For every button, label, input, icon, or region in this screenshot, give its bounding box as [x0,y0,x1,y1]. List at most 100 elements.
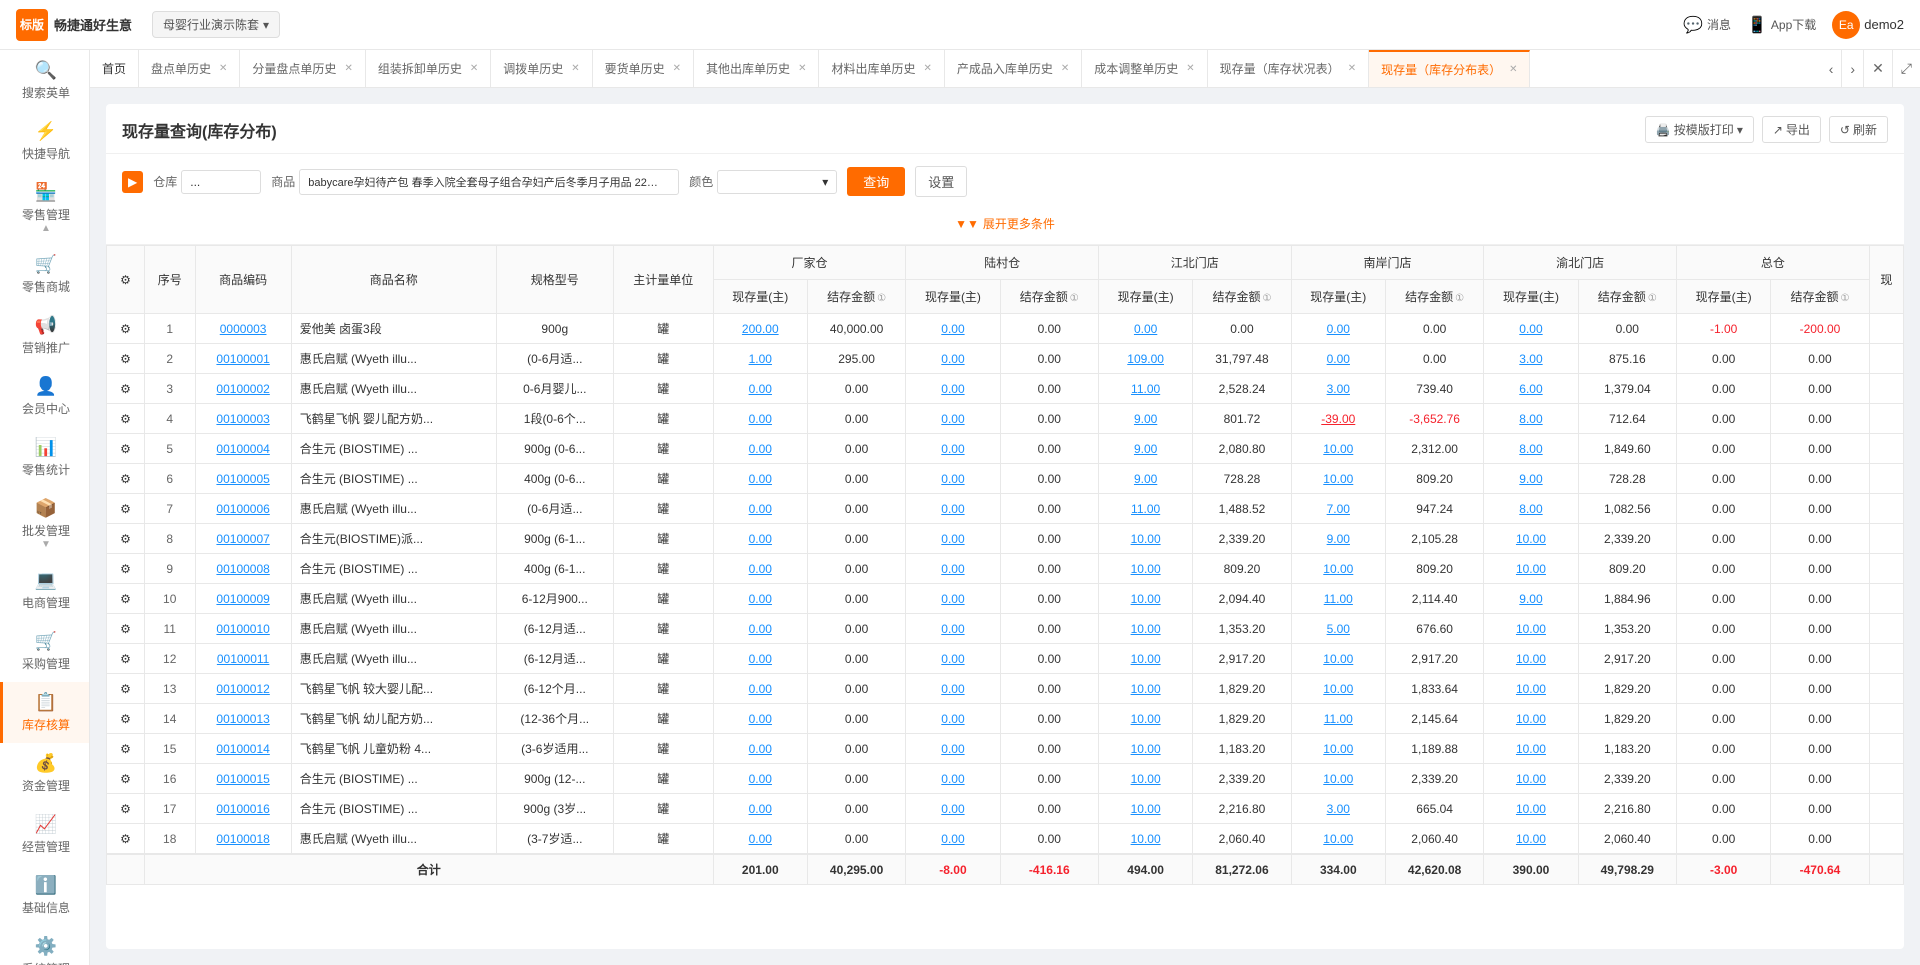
industry-selector[interactable]: 母婴行业演示陈套 ▾ [152,11,280,38]
query-btn[interactable]: 查询 [847,167,905,196]
td-yb-stock[interactable]: 8.00 [1484,434,1578,464]
td-yb-stock[interactable]: 10.00 [1484,524,1578,554]
td-gear[interactable]: ⚙ [107,494,145,524]
tab-product-instock[interactable]: 产成品入库单历史 ✕ [945,50,1082,88]
td-yb-stock[interactable]: 10.00 [1484,614,1578,644]
td-code[interactable]: 00100014 [195,734,291,764]
tab-prev-btn[interactable]: ‹ [1821,50,1843,88]
td-jb-stock[interactable]: 9.00 [1098,434,1192,464]
td-code[interactable]: 00100018 [195,824,291,855]
td-code[interactable]: 00100001 [195,344,291,374]
td-gear[interactable]: ⚙ [107,584,145,614]
td-jb-stock[interactable]: 11.00 [1098,494,1192,524]
td-yb-stock[interactable]: 10.00 [1484,824,1578,855]
sidebar-item-retail-stats[interactable]: 📊 零售统计 [0,427,89,488]
td-lc-stock[interactable]: 0.00 [906,524,1000,554]
td-gear[interactable]: ⚙ [107,674,145,704]
td-gear[interactable]: ⚙ [107,704,145,734]
tab-outstock-history[interactable]: 其他出库单历史 ✕ [694,50,819,88]
td-jb-stock[interactable]: 10.00 [1098,764,1192,794]
td-gear[interactable]: ⚙ [107,434,145,464]
td-cj-stock[interactable]: 0.00 [713,614,807,644]
td-gear[interactable]: ⚙ [107,824,145,855]
expand-btn[interactable]: ▶ [122,171,143,193]
th-info-icon-6[interactable]: ① [1840,293,1849,304]
th-info-icon[interactable]: ① [877,293,886,304]
td-code[interactable]: 00100004 [195,434,291,464]
td-lc-stock[interactable]: 0.00 [906,554,1000,584]
tab-next-btn[interactable]: › [1842,50,1864,88]
td-code[interactable]: 00100016 [195,794,291,824]
tab-material-outstock[interactable]: 材料出库单历史 ✕ [819,50,944,88]
td-lc-stock[interactable]: 0.00 [906,824,1000,855]
tab-transfer-history[interactable]: 调拨单历史 ✕ [491,50,592,88]
td-cj-stock[interactable]: 0.00 [713,374,807,404]
tab-close-icon[interactable]: ✕ [571,63,579,74]
td-jb-stock[interactable]: 10.00 [1098,584,1192,614]
sidebar-item-wholesale[interactable]: 📦 批发管理 ▼ [0,488,89,560]
th-gear[interactable]: ⚙ [107,246,145,314]
td-na-stock[interactable]: 10.00 [1291,824,1385,855]
sidebar-item-search[interactable]: 🔍 搜索英单 [0,50,89,111]
td-cj-stock[interactable]: 0.00 [713,794,807,824]
td-yb-stock[interactable]: 9.00 [1484,464,1578,494]
th-info-icon-3[interactable]: ① [1262,293,1271,304]
td-gear[interactable]: ⚙ [107,524,145,554]
td-yb-stock[interactable]: 8.00 [1484,494,1578,524]
tab-inventory-history[interactable]: 盘点单历史 ✕ [139,50,240,88]
tab-close-icon[interactable]: ✕ [1186,63,1194,74]
user-btn[interactable]: Ea demo2 [1832,11,1904,39]
td-code[interactable]: 00100008 [195,554,291,584]
td-yb-stock[interactable]: 10.00 [1484,704,1578,734]
expand-conditions-btn[interactable]: ▼▼ 展开更多条件 [955,215,1055,232]
sidebar-item-finance[interactable]: 💰 资金管理 [0,743,89,804]
td-yb-stock[interactable]: 10.00 [1484,734,1578,764]
warehouse-input[interactable]: ... [181,170,261,194]
td-lc-stock[interactable]: 0.00 [906,614,1000,644]
td-code[interactable]: 00100003 [195,404,291,434]
td-jb-stock[interactable]: 9.00 [1098,464,1192,494]
goods-input[interactable]: babycare孕妇待产包 春季入院全套母子组合孕妇产后冬季月子用品 22件套 … [299,169,679,195]
td-lc-stock[interactable]: 0.00 [906,704,1000,734]
tab-order-history[interactable]: 要货单历史 ✕ [593,50,694,88]
td-gear[interactable]: ⚙ [107,554,145,584]
td-cj-stock[interactable]: 0.00 [713,524,807,554]
td-code[interactable]: 00100012 [195,674,291,704]
td-yb-stock[interactable]: 10.00 [1484,644,1578,674]
sidebar-item-ecommerce[interactable]: 💻 电商管理 [0,560,89,621]
tab-close-icon[interactable]: ✕ [798,63,806,74]
td-gear[interactable]: ⚙ [107,644,145,674]
tab-assembly-history[interactable]: 组装拆卸单历史 ✕ [366,50,491,88]
td-jb-stock[interactable]: 10.00 [1098,674,1192,704]
td-na-stock[interactable]: 3.00 [1291,374,1385,404]
sidebar-item-marketing[interactable]: 📢 营销推广 [0,305,89,366]
td-na-stock[interactable]: 10.00 [1291,434,1385,464]
td-lc-stock[interactable]: 0.00 [906,674,1000,704]
td-jb-stock[interactable]: 10.00 [1098,824,1192,855]
tab-close-icon[interactable]: ✕ [470,63,478,74]
td-gear[interactable]: ⚙ [107,464,145,494]
td-cj-stock[interactable]: 0.00 [713,704,807,734]
td-na-stock[interactable]: 3.00 [1291,794,1385,824]
td-yb-stock[interactable]: 10.00 [1484,674,1578,704]
td-gear[interactable]: ⚙ [107,404,145,434]
tab-close-icon[interactable]: ✕ [1061,63,1069,74]
td-gear[interactable]: ⚙ [107,734,145,764]
td-gear[interactable]: ⚙ [107,614,145,644]
td-yb-stock[interactable]: 10.00 [1484,794,1578,824]
td-na-stock[interactable]: 10.00 [1291,674,1385,704]
td-lc-stock[interactable]: 0.00 [906,644,1000,674]
td-lc-stock[interactable]: 0.00 [906,374,1000,404]
td-jb-stock[interactable]: 0.00 [1098,314,1192,344]
td-yb-stock[interactable]: 10.00 [1484,554,1578,584]
td-na-stock[interactable]: 10.00 [1291,464,1385,494]
td-na-stock[interactable]: 0.00 [1291,344,1385,374]
sidebar-item-retail-mall[interactable]: 🛒 零售商城 [0,244,89,305]
th-info-icon-2[interactable]: ① [1070,293,1079,304]
td-cj-stock[interactable]: 0.00 [713,434,807,464]
td-jb-stock[interactable]: 10.00 [1098,734,1192,764]
tab-close-icon[interactable]: ✕ [1509,64,1517,75]
td-cj-stock[interactable]: 0.00 [713,554,807,584]
tab-split-history[interactable]: 分量盘点单历史 ✕ [240,50,365,88]
td-gear[interactable]: ⚙ [107,344,145,374]
